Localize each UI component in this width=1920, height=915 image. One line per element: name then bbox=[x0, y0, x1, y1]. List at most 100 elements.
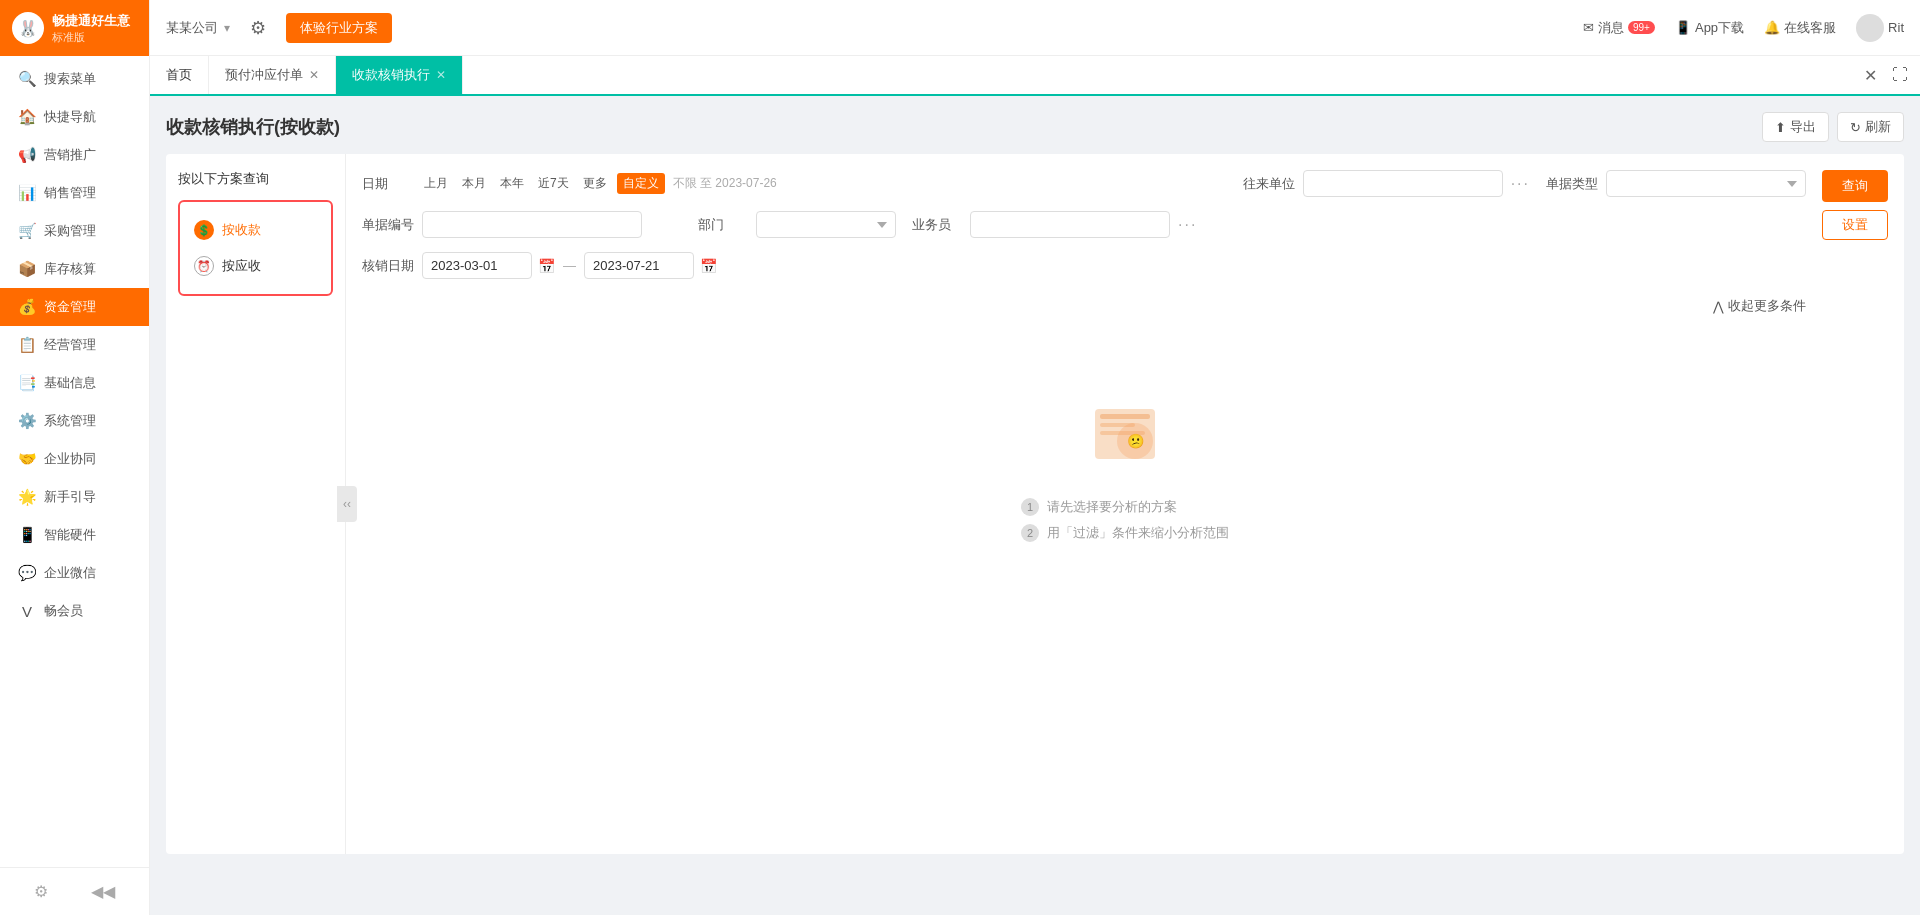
sidebar-item-purchase[interactable]: 🛒 采购管理 bbox=[0, 212, 149, 250]
filter-by-receivable[interactable]: ⏰ 按应收 bbox=[188, 248, 323, 284]
export-label: 导出 bbox=[1790, 118, 1816, 136]
tab-expand-btn[interactable]: ⛶ bbox=[1888, 63, 1912, 87]
app-download-icon: 📱 bbox=[1675, 20, 1691, 35]
date-this-year[interactable]: 本年 bbox=[496, 173, 528, 194]
sidebar: 🐰 畅捷通好生意 标准版 🔍 搜索菜单 🏠 快捷导航 📢 营销推广 📊 销售管理… bbox=[0, 0, 150, 915]
tab-prepay[interactable]: 预付冲应付单 ✕ bbox=[209, 56, 336, 94]
company-name: 某某公司 bbox=[166, 19, 218, 37]
sidebar-item-guide[interactable]: 🌟 新手引导 bbox=[0, 478, 149, 516]
tab-prepay-close[interactable]: ✕ bbox=[309, 68, 319, 82]
salesperson-more-btn[interactable]: ··· bbox=[1178, 216, 1197, 234]
sidebar-item-sales[interactable]: 📊 销售管理 bbox=[0, 174, 149, 212]
verify-date-end[interactable] bbox=[584, 252, 694, 279]
salesperson-field: 业务员 ··· bbox=[912, 211, 1197, 238]
filter-sidebar-collapse-btn[interactable]: ‹‹ bbox=[337, 486, 357, 522]
message-label: 消息 bbox=[1598, 19, 1624, 37]
date-field: 日期 上月 本月 本年 近7天 更多 自定义 不限 至 2023-07-26 bbox=[362, 173, 777, 194]
filter-receivable-label: 按应收 bbox=[222, 257, 261, 275]
message-btn[interactable]: ✉ 消息 99+ bbox=[1583, 19, 1655, 37]
page-title: 收款核销执行(按收款) bbox=[166, 115, 340, 139]
sidebar-item-search[interactable]: 🔍 搜索菜单 bbox=[0, 60, 149, 98]
query-button[interactable]: 查询 bbox=[1822, 170, 1888, 202]
sidebar-item-sysadmin[interactable]: ⚙️ 系统管理 bbox=[0, 402, 149, 440]
inventory-icon: 📦 bbox=[18, 260, 36, 278]
tab-receipt-close[interactable]: ✕ bbox=[436, 68, 446, 82]
message-icon: ✉ bbox=[1583, 20, 1594, 35]
sidebar-item-wechat[interactable]: 💬 企业微信 bbox=[0, 554, 149, 592]
doc-type-select[interactable] bbox=[1606, 170, 1806, 197]
home-icon: 🏠 bbox=[18, 108, 36, 126]
salesperson-input[interactable] bbox=[970, 211, 1170, 238]
hint-num-1: 1 bbox=[1021, 498, 1039, 516]
collapse-more-label: 收起更多条件 bbox=[1728, 297, 1806, 315]
refresh-icon: ↻ bbox=[1850, 120, 1861, 135]
guide-icon: 🌟 bbox=[18, 488, 36, 506]
tab-home[interactable]: 首页 bbox=[150, 56, 209, 94]
tab-close-all-btn[interactable]: ✕ bbox=[1858, 63, 1882, 87]
date-range-text: 不限 至 2023-07-26 bbox=[673, 175, 777, 192]
sidebar-item-quicknav[interactable]: 🏠 快捷导航 bbox=[0, 98, 149, 136]
finance-icon: 💰 bbox=[18, 298, 36, 316]
topbar-settings-btn[interactable]: ⚙ bbox=[242, 12, 274, 44]
date-last-month[interactable]: 上月 bbox=[420, 173, 452, 194]
filter-by-receipt[interactable]: 💲 按收款 bbox=[188, 212, 323, 248]
sidebar-item-inventory[interactable]: 📦 库存核算 bbox=[0, 250, 149, 288]
doc-number-field: 单据编号 bbox=[362, 211, 642, 238]
sidebar-item-marketing[interactable]: 📢 营销推广 bbox=[0, 136, 149, 174]
date-this-month[interactable]: 本月 bbox=[458, 173, 490, 194]
export-button[interactable]: ⬆ 导出 bbox=[1762, 112, 1829, 142]
app-logo-icon: 🐰 bbox=[12, 12, 44, 44]
tabbar: 首页 预付冲应付单 ✕ 收款核销执行 ✕ ✕ ⛶ bbox=[150, 56, 1920, 96]
page-header-actions: ⬆ 导出 ↻ 刷新 bbox=[1762, 112, 1904, 142]
user-menu[interactable]: Rit bbox=[1856, 14, 1904, 42]
hint1-text: 请先选择要分析的方案 bbox=[1047, 498, 1177, 516]
content-area: 收款核销执行(按收款) ⬆ 导出 ↻ 刷新 按以下方案查询 💲 bbox=[150, 96, 1920, 915]
hardware-icon: 📱 bbox=[18, 526, 36, 544]
refresh-button[interactable]: ↻ 刷新 bbox=[1837, 112, 1904, 142]
solution-button[interactable]: 体验行业方案 bbox=[286, 13, 392, 43]
online-service-label: 在线客服 bbox=[1784, 19, 1836, 37]
settings-button[interactable]: 设置 bbox=[1822, 210, 1888, 240]
online-service-btn[interactable]: 🔔 在线客服 bbox=[1764, 19, 1836, 37]
sidebar-item-operations[interactable]: 📋 经营管理 bbox=[0, 326, 149, 364]
app-download-btn[interactable]: 📱 App下载 bbox=[1675, 19, 1744, 37]
empty-state: 😕 1 请先选择要分析的方案 2 用「过滤」条件来缩小分析范围 bbox=[362, 319, 1888, 602]
date-more[interactable]: 更多 bbox=[579, 173, 611, 194]
empty-hint-2: 2 用「过滤」条件来缩小分析范围 bbox=[1021, 524, 1229, 542]
empty-text: 1 请先选择要分析的方案 2 用「过滤」条件来缩小分析范围 bbox=[1021, 498, 1229, 542]
verify-date-end-calendar-icon[interactable]: 📅 bbox=[700, 258, 717, 274]
department-label: 部门 bbox=[698, 216, 748, 234]
sidebar-bottom: ⚙ ◀◀ bbox=[0, 867, 149, 915]
topbar-actions: ✉ 消息 99+ 📱 App下载 🔔 在线客服 Rit bbox=[1583, 14, 1904, 42]
collapse-more-btn[interactable]: ⋀ 收起更多条件 bbox=[362, 293, 1806, 319]
page-header: 收款核销执行(按收款) ⬆ 导出 ↻ 刷新 bbox=[166, 112, 1904, 142]
doc-number-input[interactable] bbox=[422, 211, 642, 238]
doc-type-field: 单据类型 bbox=[1546, 170, 1806, 197]
tabbar-controls: ✕ ⛶ bbox=[1850, 56, 1920, 94]
verify-date-start[interactable] bbox=[422, 252, 532, 279]
empty-illustration: 😕 bbox=[1075, 379, 1175, 482]
date-7days[interactable]: 近7天 bbox=[534, 173, 573, 194]
sidebar-item-member[interactable]: V 畅会员 bbox=[0, 592, 149, 630]
main-area: 某某公司 ▾ ⚙ 体验行业方案 ✉ 消息 99+ 📱 App下载 🔔 在线客服 … bbox=[150, 0, 1920, 915]
sidebar-collapse-btn[interactable]: ◀◀ bbox=[91, 882, 115, 901]
sidebar-logo: 🐰 畅捷通好生意 标准版 bbox=[0, 0, 149, 56]
hint-num-2: 2 bbox=[1021, 524, 1039, 542]
counterparty-input[interactable] bbox=[1303, 170, 1503, 197]
sidebar-item-enterprise[interactable]: 🤝 企业协同 bbox=[0, 440, 149, 478]
verify-date-start-calendar-icon[interactable]: 📅 bbox=[538, 258, 555, 274]
sidebar-item-finance[interactable]: 💰 资金管理 bbox=[0, 288, 149, 326]
sidebar-settings-btn[interactable]: ⚙ bbox=[34, 882, 48, 901]
user-avatar bbox=[1856, 14, 1884, 42]
receivable-filter-icon: ⏰ bbox=[194, 256, 214, 276]
counterparty-more-btn[interactable]: ··· bbox=[1511, 175, 1530, 193]
department-select[interactable] bbox=[756, 211, 896, 238]
date-custom[interactable]: 自定义 bbox=[617, 173, 665, 194]
verify-date-label: 核销日期 bbox=[362, 257, 414, 275]
sidebar-item-basics[interactable]: 📑 基础信息 bbox=[0, 364, 149, 402]
topbar-company[interactable]: 某某公司 ▾ bbox=[166, 19, 230, 37]
filter-options-box: 💲 按收款 ⏰ 按应收 bbox=[178, 200, 333, 296]
sidebar-item-hardware[interactable]: 📱 智能硬件 bbox=[0, 516, 149, 554]
tab-receipt[interactable]: 收款核销执行 ✕ bbox=[336, 56, 463, 94]
counterparty-field: 往来单位 ··· bbox=[1243, 170, 1530, 197]
